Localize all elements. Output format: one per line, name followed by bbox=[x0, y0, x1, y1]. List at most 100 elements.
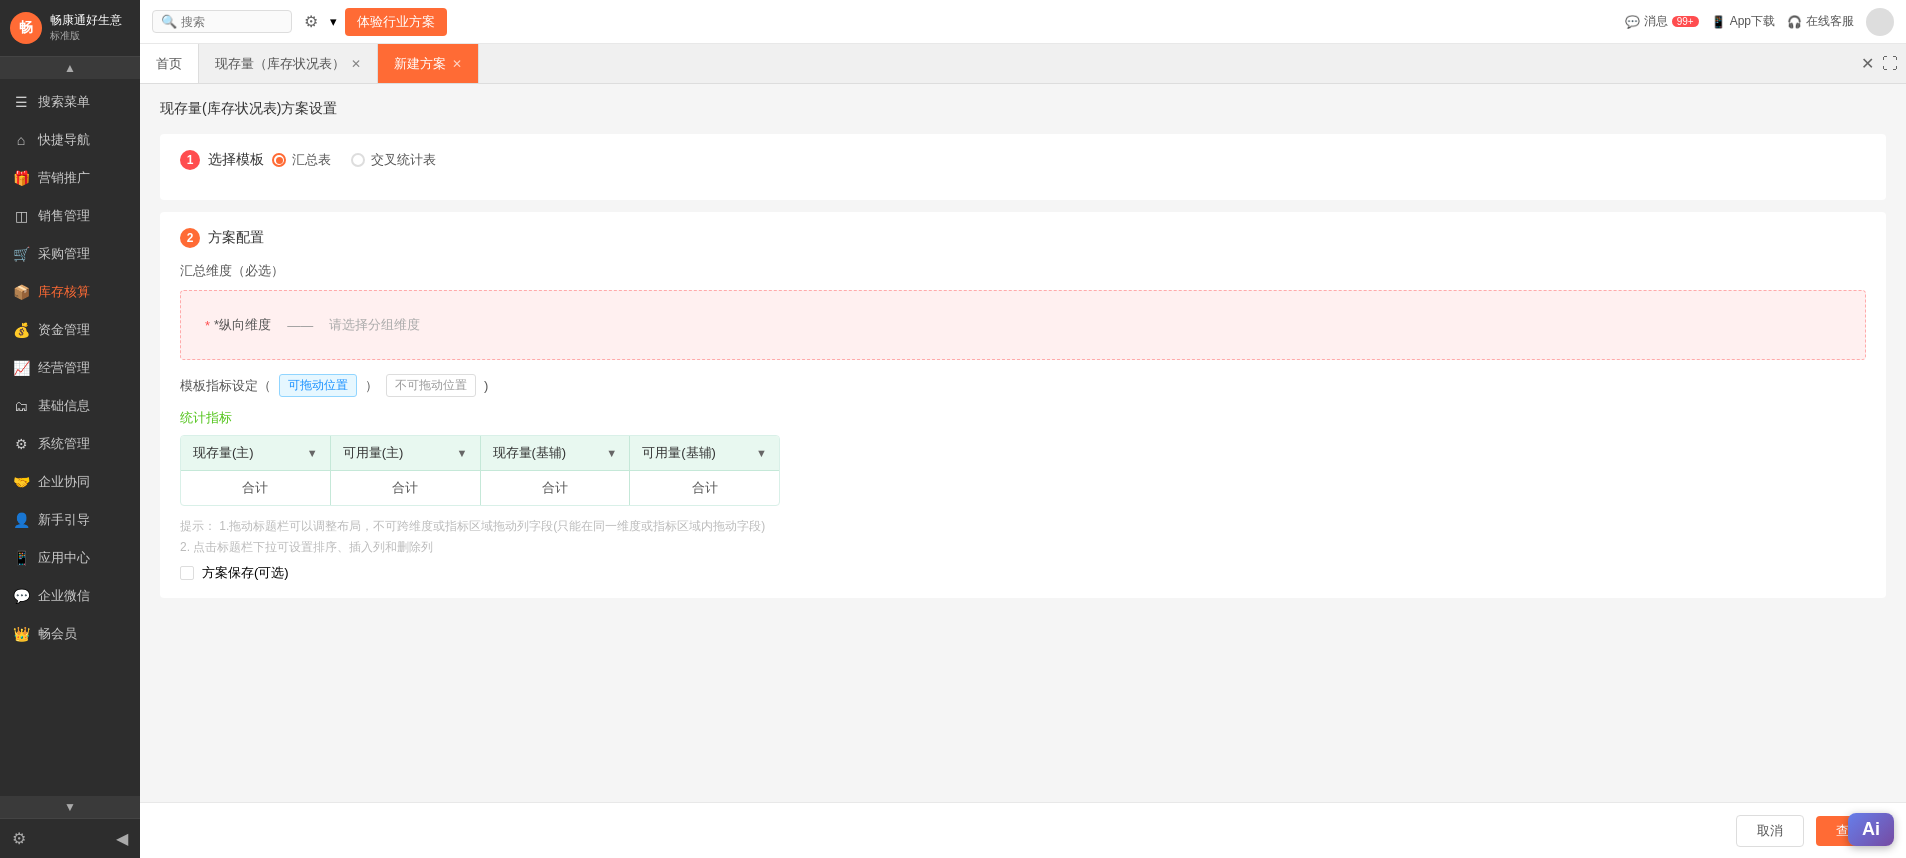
sidebar-collapse-button[interactable]: ◀ bbox=[116, 829, 128, 848]
step2-section: 2 方案配置 汇总维度（必选） * *纵向维度 —— 请选择分组维度 模板指标设… bbox=[160, 212, 1886, 598]
sidebar-item-inventory-label: 库存核算 bbox=[38, 283, 90, 301]
footer-bar: 取消 查询 bbox=[140, 802, 1906, 858]
sidebar-item-operations[interactable]: 📈 经营管理 bbox=[0, 349, 140, 387]
vertical-dimension-label: *纵向维度 bbox=[214, 316, 271, 334]
app-edition: 标准版 bbox=[50, 29, 122, 43]
cell-available-main-sub: 合计 bbox=[331, 471, 481, 505]
topbar-right: 💬 消息 99+ 📱 App下载 🎧 在线客服 bbox=[1625, 8, 1894, 36]
topbar-dropdown-icon: ▾ bbox=[330, 14, 337, 29]
tab-close-btn[interactable]: ✕ bbox=[1861, 54, 1874, 73]
search-input[interactable] bbox=[181, 15, 281, 29]
col-available-main-label: 可用量(主) bbox=[343, 444, 404, 462]
sidebar-scroll-down[interactable]: ▼ bbox=[0, 796, 140, 818]
draggable-badge: 可拖动位置 bbox=[279, 374, 357, 397]
hint-1: 提示： 1.拖动标题栏可以调整布局，不可跨维度或指标区域拖动列字段(只能在同一维… bbox=[180, 518, 1866, 535]
message-item[interactable]: 💬 消息 99+ bbox=[1625, 13, 1699, 30]
cell-available-aux-sub: 合计 bbox=[630, 471, 779, 505]
logo-icon: 畅 bbox=[10, 12, 42, 44]
online-service-icon: 🎧 bbox=[1787, 15, 1802, 29]
user-avatar[interactable] bbox=[1866, 8, 1894, 36]
tab-inventory-status-close[interactable]: ✕ bbox=[351, 57, 361, 71]
sidebar-item-marketing[interactable]: 🎁 营销推广 bbox=[0, 159, 140, 197]
sidebar-item-new-guide[interactable]: 👤 新手引导 bbox=[0, 501, 140, 539]
cell-stock-aux-sub: 合计 bbox=[481, 471, 631, 505]
sidebar-item-finance[interactable]: 💰 资金管理 bbox=[0, 311, 140, 349]
stat-table-header: 现存量(主) ▼ 可用量(主) ▼ 现存量(基辅) ▼ 可用量(基辅) ▼ bbox=[181, 436, 779, 470]
dimension-required-star: * bbox=[205, 318, 210, 333]
col-available-aux[interactable]: 可用量(基辅) ▼ bbox=[630, 436, 779, 470]
tab-inventory-status[interactable]: 现存量（库存状况表） ✕ bbox=[199, 44, 378, 83]
sidebar-item-cooperation[interactable]: 🤝 企业协同 bbox=[0, 463, 140, 501]
sales-icon: ◫ bbox=[12, 208, 30, 224]
radio-summary[interactable]: 汇总表 bbox=[272, 151, 331, 169]
sidebar-item-new-guide-label: 新手引导 bbox=[38, 511, 90, 529]
col-main-stock[interactable]: 现存量(主) ▼ bbox=[181, 436, 331, 470]
sidebar-item-quick-nav[interactable]: ⌂ 快捷导航 bbox=[0, 121, 140, 159]
app-download-icon: 📱 bbox=[1711, 15, 1726, 29]
cancel-button[interactable]: 取消 bbox=[1736, 815, 1804, 847]
save-checkbox[interactable] bbox=[180, 566, 194, 580]
col-available-main[interactable]: 可用量(主) ▼ bbox=[331, 436, 481, 470]
sidebar-item-membership[interactable]: 👑 畅会员 bbox=[0, 615, 140, 653]
sidebar: 畅 畅康通好生意 标准版 ▲ ☰ 搜索菜单 ⌂ 快捷导航 🎁 营销推广 ◫ 销售… bbox=[0, 0, 140, 858]
main-area: 🔍 ⚙ ▾ 体验行业方案 💬 消息 99+ 📱 App下载 🎧 在线客服 bbox=[140, 0, 1906, 858]
app-center-icon: 📱 bbox=[12, 550, 30, 566]
sidebar-item-enterprise-wechat[interactable]: 💬 企业微信 bbox=[0, 577, 140, 615]
sidebar-item-search-menu-label: 搜索菜单 bbox=[38, 93, 90, 111]
radio-cross-circle bbox=[351, 153, 365, 167]
col-stock-aux-label: 现存量(基辅) bbox=[493, 444, 567, 462]
purchase-icon: 🛒 bbox=[12, 246, 30, 262]
step1-header: 1 选择模板 汇总表 交叉统计表 bbox=[180, 150, 1866, 170]
online-service-item[interactable]: 🎧 在线客服 bbox=[1787, 13, 1854, 30]
sidebar-item-app-center-label: 应用中心 bbox=[38, 549, 90, 567]
radio-summary-label: 汇总表 bbox=[292, 151, 331, 169]
sidebar-item-purchase[interactable]: 🛒 采购管理 bbox=[0, 235, 140, 273]
sidebar-item-operations-label: 经营管理 bbox=[38, 359, 90, 377]
dimension-box[interactable]: * *纵向维度 —— 请选择分组维度 bbox=[180, 290, 1866, 360]
system-icon: ⚙ bbox=[12, 436, 30, 452]
sidebar-item-search-menu[interactable]: ☰ 搜索菜单 bbox=[0, 83, 140, 121]
tab-expand-btn[interactable]: ⛶ bbox=[1882, 55, 1898, 73]
operations-icon: 📈 bbox=[12, 360, 30, 376]
radio-cross[interactable]: 交叉统计表 bbox=[351, 151, 436, 169]
sidebar-item-finance-label: 资金管理 bbox=[38, 321, 90, 339]
tab-new-plan-close[interactable]: ✕ bbox=[452, 57, 462, 71]
tab-new-plan-label: 新建方案 bbox=[394, 55, 446, 73]
cell-main-stock-sub: 合计 bbox=[181, 471, 331, 505]
sidebar-item-basic-info[interactable]: 🗂 基础信息 bbox=[0, 387, 140, 425]
experience-btn[interactable]: 体验行业方案 bbox=[345, 8, 447, 36]
cooperation-icon: 🤝 bbox=[12, 474, 30, 490]
ai-badge[interactable]: Ai bbox=[1848, 813, 1894, 846]
tab-home[interactable]: 首页 bbox=[140, 44, 199, 83]
col-stock-aux[interactable]: 现存量(基辅) ▼ bbox=[481, 436, 631, 470]
sidebar-item-inventory[interactable]: 📦 库存核算 bbox=[0, 273, 140, 311]
step2-badge: 2 bbox=[180, 228, 200, 248]
sidebar-scroll-up[interactable]: ▲ bbox=[0, 57, 140, 79]
sidebar-settings-button[interactable]: ⚙ bbox=[12, 829, 26, 848]
sidebar-item-enterprise-wechat-label: 企业微信 bbox=[38, 587, 90, 605]
sidebar-item-system[interactable]: ⚙ 系统管理 bbox=[0, 425, 140, 463]
app-download-label: App下载 bbox=[1730, 13, 1775, 30]
tab-new-plan[interactable]: 新建方案 ✕ bbox=[378, 44, 479, 83]
sidebar-item-app-center[interactable]: 📱 应用中心 bbox=[0, 539, 140, 577]
sidebar-logo: 畅 畅康通好生意 标准版 bbox=[0, 0, 140, 57]
template-radio-group: 汇总表 交叉统计表 bbox=[272, 151, 436, 169]
step2-title: 方案配置 bbox=[208, 229, 264, 247]
sidebar-item-system-label: 系统管理 bbox=[38, 435, 90, 453]
search-icon: 🔍 bbox=[161, 14, 177, 29]
step1-section: 1 选择模板 汇总表 交叉统计表 bbox=[160, 134, 1886, 200]
sidebar-item-sales[interactable]: ◫ 销售管理 bbox=[0, 197, 140, 235]
save-row: 方案保存(可选) bbox=[180, 564, 1866, 582]
new-guide-icon: 👤 bbox=[12, 512, 30, 528]
topbar: 🔍 ⚙ ▾ 体验行业方案 💬 消息 99+ 📱 App下载 🎧 在线客服 bbox=[140, 0, 1906, 44]
message-label: 消息 bbox=[1644, 13, 1668, 30]
app-download-item[interactable]: 📱 App下载 bbox=[1711, 13, 1775, 30]
topbar-search-box[interactable]: 🔍 bbox=[152, 10, 292, 33]
settings-icon-button[interactable]: ⚙ bbox=[300, 8, 322, 35]
search-menu-icon: ☰ bbox=[12, 94, 30, 110]
finance-icon: 💰 bbox=[12, 322, 30, 338]
inventory-icon: 📦 bbox=[12, 284, 30, 300]
col-main-stock-chevron: ▼ bbox=[307, 447, 318, 459]
dimension-placeholder: 请选择分组维度 bbox=[329, 316, 420, 334]
hints: 提示： 1.拖动标题栏可以调整布局，不可跨维度或指标区域拖动列字段(只能在同一维… bbox=[180, 518, 1866, 556]
